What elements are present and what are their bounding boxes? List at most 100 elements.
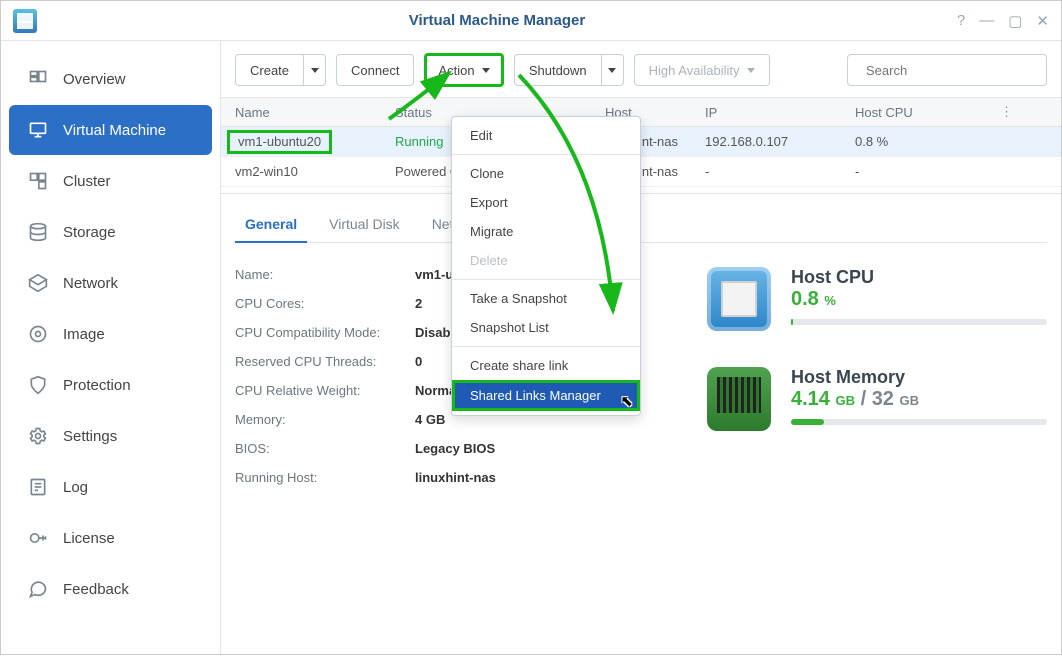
sidebar-item-label: Protection <box>63 377 131 394</box>
sidebar-item-label: Overview <box>63 71 126 88</box>
sidebar-item-settings[interactable]: Settings <box>9 411 212 461</box>
menu-clone[interactable]: Clone <box>452 159 640 188</box>
detail-panel: General Virtual Disk Network High Availa… <box>221 193 1061 654</box>
stat-bar <box>791 419 1047 425</box>
tab-general[interactable]: General <box>241 208 301 242</box>
sidebar-item-label: Log <box>63 479 88 496</box>
sidebar-item-label: License <box>63 530 115 547</box>
menu-separator <box>452 154 640 155</box>
storage-icon <box>27 221 49 243</box>
sidebar-item-image[interactable]: Image <box>9 309 212 359</box>
columns-more-icon[interactable]: ⋮ <box>995 104 1013 120</box>
menu-separator <box>452 279 640 280</box>
stat-bar <box>791 319 1047 325</box>
menu-shared-links-manager[interactable]: Shared Links Manager ⬉ <box>452 380 640 411</box>
menu-migrate[interactable]: Migrate <box>452 217 640 246</box>
toolbar: Create Connect Action Shutdown High Avai… <box>221 41 1061 97</box>
caret-down-icon <box>482 68 490 73</box>
stat-memory: Host Memory 4.14 GB / 32 GB <box>707 367 1047 431</box>
cell-host-cpu: 0.8 % <box>855 134 995 149</box>
sidebar-item-network[interactable]: Network <box>9 258 212 308</box>
prop-key: Reserved CPU Threads: <box>235 354 415 369</box>
search-input[interactable] <box>866 63 1042 78</box>
menu-label: Shared Links Manager <box>470 388 601 403</box>
sidebar-item-label: Cluster <box>63 173 111 190</box>
action-button[interactable]: Action <box>424 53 503 87</box>
cursor-icon: ⬉ <box>620 392 633 410</box>
sidebar-item-license[interactable]: License <box>9 513 212 563</box>
col-name[interactable]: Name <box>235 105 395 120</box>
close-icon[interactable]: ✕ <box>1036 12 1049 30</box>
col-ip[interactable]: IP <box>705 105 855 120</box>
sidebar-item-virtual-machine[interactable]: Virtual Machine <box>9 105 212 155</box>
prop-key: Name: <box>235 267 415 282</box>
tab-virtual-disk[interactable]: Virtual Disk <box>325 208 404 242</box>
cell-ip: 192.168.0.107 <box>705 134 855 149</box>
create-button[interactable]: Create <box>235 54 304 86</box>
memory-icon <box>707 367 771 431</box>
minimize-icon[interactable]: — <box>979 12 994 30</box>
cell-ip: - <box>705 164 855 179</box>
sidebar-item-feedback[interactable]: Feedback <box>9 564 212 614</box>
sidebar-item-log[interactable]: Log <box>9 462 212 512</box>
shutdown-dropdown-button[interactable] <box>602 54 624 86</box>
prop-key: CPU Compatibility Mode: <box>235 325 415 340</box>
col-host-cpu[interactable]: Host CPU <box>855 105 995 120</box>
sidebar-item-storage[interactable]: Storage <box>9 207 212 257</box>
sidebar-item-label: Settings <box>63 428 117 445</box>
stat-unit: GB <box>836 393 856 408</box>
search-box[interactable] <box>847 54 1047 86</box>
prop-val: 2 <box>415 296 422 311</box>
stat-value: 4.14 <box>791 388 830 410</box>
sidebar-item-label: Image <box>63 326 105 343</box>
license-icon <box>27 527 49 549</box>
action-button-label: Action <box>438 63 474 78</box>
table-header: Name Status Host IP Host CPU ⋮ <box>221 97 1061 127</box>
menu-take-snapshot[interactable]: Take a Snapshot <box>452 284 640 313</box>
window-titlebar: Virtual Machine Manager ? — ▢ ✕ <box>1 1 1061 41</box>
prop-val: linuxhint-nas <box>415 470 496 485</box>
prop-key: CPU Relative Weight: <box>235 383 415 398</box>
cell-name: vm1-ubuntu20 <box>235 130 395 154</box>
sidebar-item-cluster[interactable]: Cluster <box>9 156 212 206</box>
stat-cpu: Host CPU 0.8 % <box>707 267 1047 331</box>
network-icon <box>27 272 49 294</box>
sidebar-item-protection[interactable]: Protection <box>9 360 212 410</box>
prop-key: BIOS: <box>235 441 415 456</box>
stat-unit: % <box>824 293 836 308</box>
help-icon[interactable]: ? <box>957 12 965 30</box>
cluster-icon <box>27 170 49 192</box>
sidebar-item-label: Network <box>63 275 118 292</box>
menu-create-share-link[interactable]: Create share link <box>452 351 640 380</box>
high-availability-button[interactable]: High Availability <box>634 54 770 86</box>
menu-edit[interactable]: Edit <box>452 121 640 150</box>
image-icon <box>27 323 49 345</box>
shutdown-button[interactable]: Shutdown <box>514 54 602 86</box>
prop-key: Running Host: <box>235 470 415 485</box>
sidebar: Overview Virtual Machine Cluster Storage… <box>1 41 221 654</box>
log-icon <box>27 476 49 498</box>
protection-icon <box>27 374 49 396</box>
cell-name: vm2-win10 <box>235 164 395 179</box>
sidebar-item-overview[interactable]: Overview <box>9 54 212 104</box>
table-row[interactable]: vm2-win10 Powered Off linuxhint-nas - - <box>221 157 1061 187</box>
window-title: Virtual Machine Manager <box>37 12 957 29</box>
stat-total: 32 <box>872 388 894 410</box>
prop-val: 4 GB <box>415 412 445 427</box>
feedback-icon <box>27 578 49 600</box>
prop-val: 0 <box>415 354 422 369</box>
sidebar-item-label: Feedback <box>63 581 129 598</box>
connect-button[interactable]: Connect <box>336 54 414 86</box>
cpu-icon <box>707 267 771 331</box>
prop-key: Memory: <box>235 412 415 427</box>
maximize-icon[interactable]: ▢ <box>1008 12 1022 30</box>
caret-down-icon <box>311 68 319 73</box>
menu-export[interactable]: Export <box>452 188 640 217</box>
table-row[interactable]: vm1-ubuntu20 Running linuxhint-nas 192.1… <box>221 127 1061 157</box>
virtual-machine-icon <box>27 119 49 141</box>
menu-snapshot-list[interactable]: Snapshot List <box>452 313 640 342</box>
caret-down-icon <box>608 68 616 73</box>
create-dropdown-button[interactable] <box>304 54 326 86</box>
settings-icon <box>27 425 49 447</box>
cell-host-cpu: - <box>855 164 995 179</box>
